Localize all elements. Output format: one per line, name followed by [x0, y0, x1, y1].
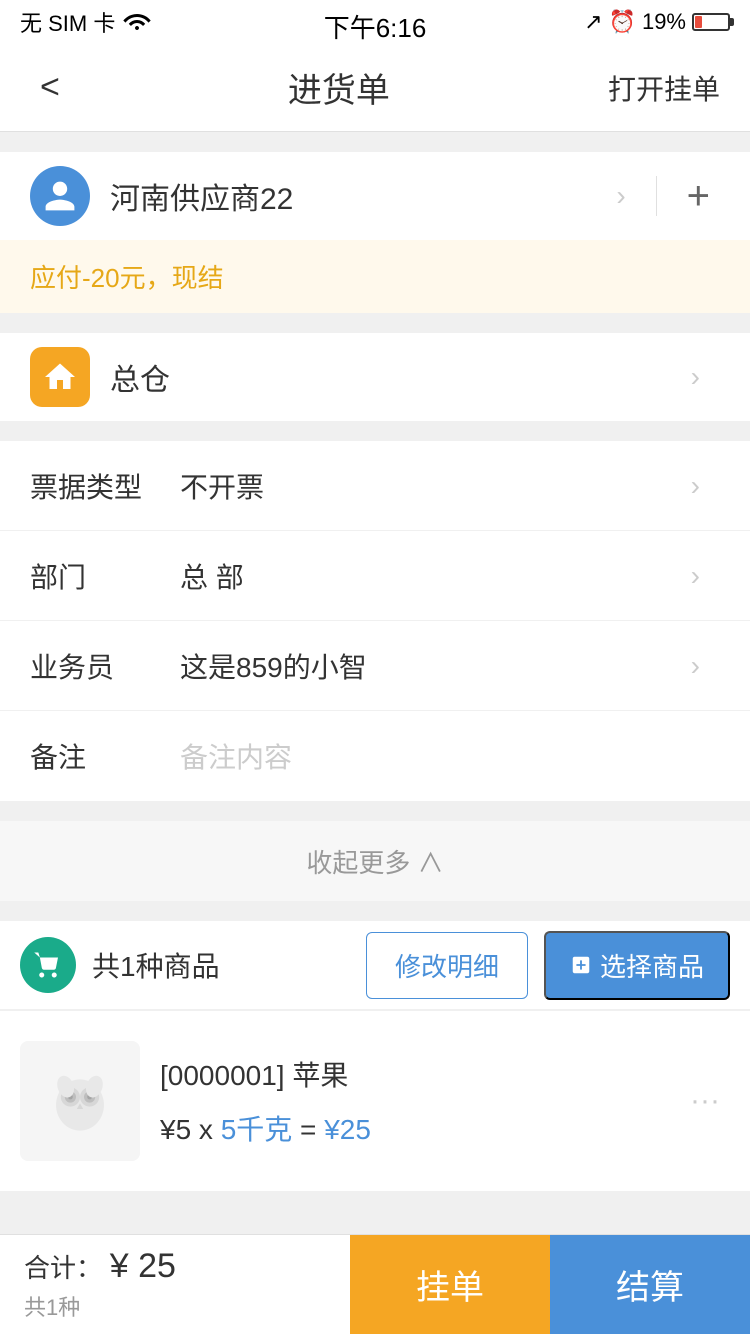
collapse-label: 收起更多 ∧: [306, 843, 443, 880]
remark-row[interactable]: 备注 备注内容: [0, 711, 750, 801]
product-more-button[interactable]: ···: [680, 1074, 730, 1128]
section-gap-1: [0, 132, 750, 152]
notice-bar: 应付-20元，现结: [0, 240, 750, 313]
total-label: 合计：: [24, 1253, 102, 1283]
department-value: 总 部: [160, 556, 691, 596]
owl-logo-icon: [40, 1061, 120, 1141]
supplier-name: 河南供应商22: [110, 174, 616, 218]
remark-placeholder[interactable]: 备注内容: [160, 736, 720, 776]
product-title: 苹果: [292, 1060, 348, 1091]
back-button[interactable]: <: [30, 58, 70, 117]
house-icon: [42, 359, 78, 395]
warehouse-name: 总仓: [110, 355, 691, 399]
person-icon: [42, 178, 78, 214]
collapse-bar[interactable]: 收起更多 ∧: [0, 821, 750, 901]
salesperson-chevron-icon: ›: [691, 650, 700, 682]
total-amount: ¥ 25: [110, 1247, 176, 1285]
invoice-chevron-icon: ›: [691, 470, 700, 502]
product-header: 共1种商品 修改明细 选择商品: [0, 921, 750, 1009]
product-name: [0000001] 苹果: [160, 1054, 680, 1094]
warehouse-icon: [30, 347, 90, 407]
supplier-section: 河南供应商22 › + 应付-20元，现结: [0, 152, 750, 313]
add-product-icon: [570, 954, 592, 976]
status-bar: 无 SIM 卡 下午6:16 ↗ ⏰ 19%: [0, 0, 750, 44]
department-row[interactable]: 部门 总 部 ›: [0, 531, 750, 621]
product-icon: [20, 937, 76, 993]
product-info: [0000001] 苹果 ¥5 x 5千克 = ¥25: [160, 1054, 680, 1148]
invoice-type-label: 票据类型: [30, 466, 160, 506]
add-supplier-button[interactable]: +: [667, 164, 720, 229]
invoice-type-value: 不开票: [160, 466, 691, 506]
form-section: 票据类型 不开票 › 部门 总 部 › 业务员 这是859的小智 › 备注 备注…: [0, 441, 750, 801]
product-qty: 5千克: [221, 1114, 293, 1145]
supplier-row[interactable]: 河南供应商22 › +: [0, 152, 750, 240]
bottom-bar: 合计： ¥ 25 共1种 挂单 结算: [0, 1234, 750, 1334]
status-time: 下午6:16: [324, 8, 427, 45]
carrier-text: 无 SIM 卡: [20, 6, 115, 38]
supplier-avatar: [30, 166, 90, 226]
nav-bar: < 进货单 打开挂单: [0, 44, 750, 132]
status-right: ↗ ⏰ 19%: [584, 9, 730, 35]
supplier-chevron-icon: ›: [616, 180, 625, 212]
warehouse-chevron-icon: ›: [691, 361, 700, 393]
product-count: 共1种商品: [92, 945, 350, 985]
product-price: ¥5 x 5千克 = ¥25: [160, 1108, 680, 1148]
status-left: 无 SIM 卡: [20, 6, 151, 38]
battery-icon: [692, 13, 730, 31]
hang-button[interactable]: 挂单: [350, 1235, 550, 1334]
total-sub: 共1种: [24, 1290, 326, 1322]
warehouse-row[interactable]: 总仓 ›: [0, 333, 750, 421]
salesperson-value: 这是859的小智: [160, 646, 691, 686]
department-chevron-icon: ›: [691, 560, 700, 592]
total-section: 合计： ¥ 25 共1种: [0, 1247, 350, 1322]
remark-label: 备注: [30, 736, 160, 776]
battery-percent: 19%: [642, 9, 686, 35]
select-product-label: 选择商品: [600, 947, 704, 984]
edit-details-button[interactable]: 修改明细: [366, 932, 528, 999]
wifi-icon: [123, 8, 151, 36]
price-eq: =: [292, 1114, 324, 1145]
supplier-divider: [656, 176, 657, 216]
product-item: [0000001] 苹果 ¥5 x 5千克 = ¥25 ···: [0, 1011, 750, 1191]
gps-icon: ↗: [584, 9, 602, 35]
product-code: [0000001]: [160, 1060, 292, 1091]
salesperson-label: 业务员: [30, 646, 160, 686]
shopping-icon: [33, 950, 63, 980]
product-total: ¥25: [324, 1114, 371, 1145]
unit-price: ¥5 x: [160, 1114, 221, 1145]
checkout-button[interactable]: 结算: [550, 1235, 750, 1334]
select-product-button[interactable]: 选择商品: [544, 931, 730, 1000]
product-thumbnail: [20, 1041, 140, 1161]
invoice-type-row[interactable]: 票据类型 不开票 ›: [0, 441, 750, 531]
page-title: 进货单: [288, 63, 390, 112]
alarm-icon: ⏰: [609, 9, 636, 35]
open-hang-button[interactable]: 打开挂单: [608, 68, 720, 108]
department-label: 部门: [30, 556, 160, 596]
salesperson-row[interactable]: 业务员 这是859的小智 ›: [0, 621, 750, 711]
